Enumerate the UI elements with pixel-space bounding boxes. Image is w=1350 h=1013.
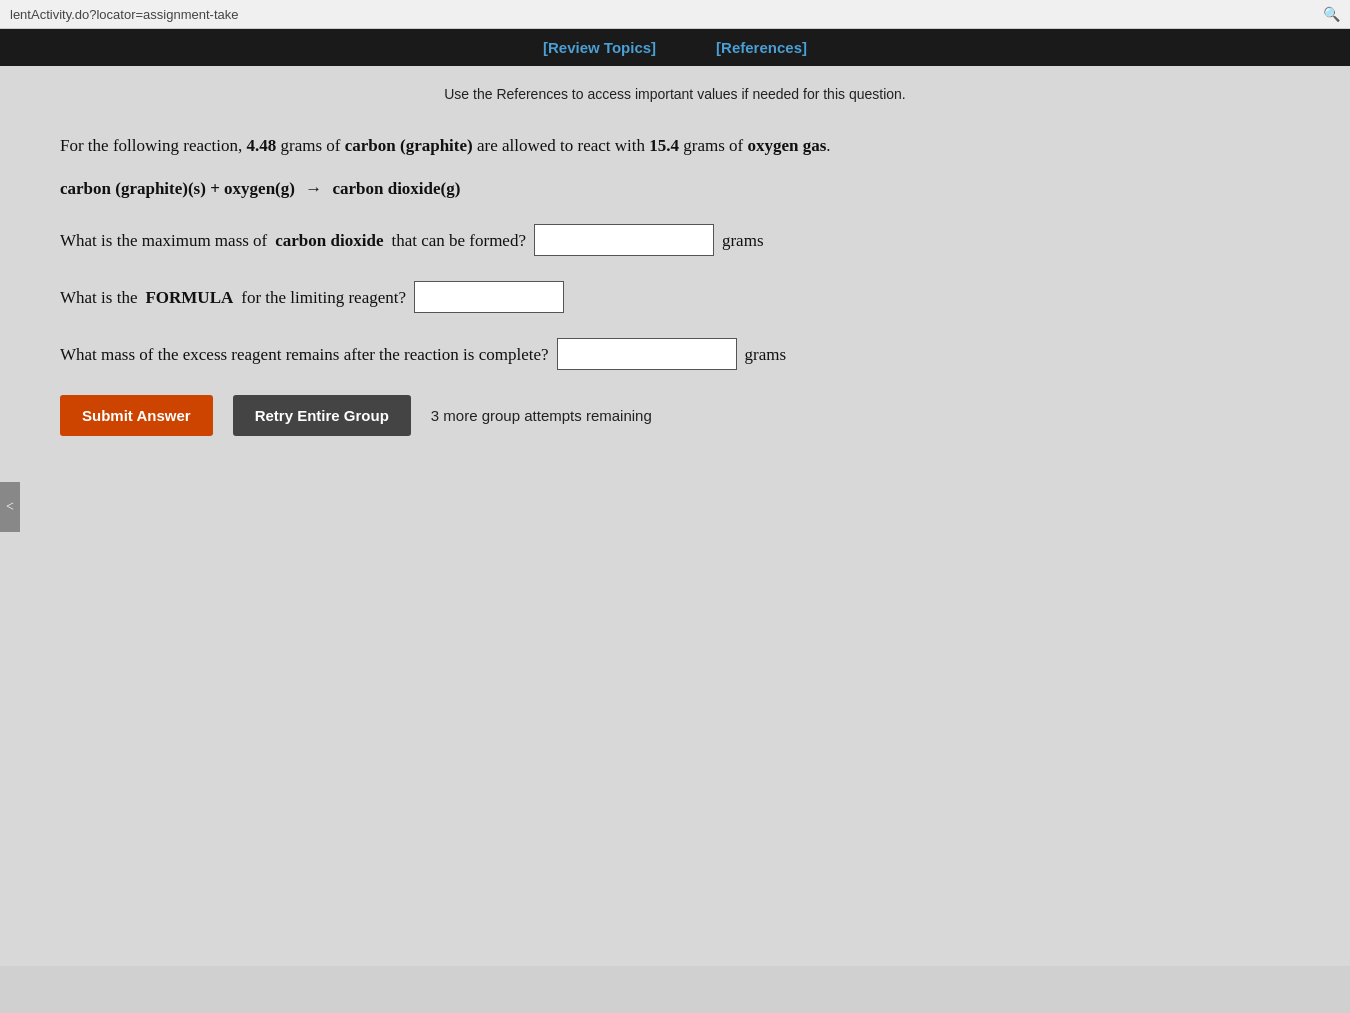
references-note: Use the References to access important v… <box>60 86 1290 102</box>
q3-text: What mass of the excess reagent remains … <box>60 341 549 368</box>
submit-answer-button[interactable]: Submit Answer <box>60 395 213 436</box>
q1-unit: grams <box>722 227 764 254</box>
intro-middle: are allowed to react with <box>477 136 645 155</box>
question-2-row: What is the FORMULA for the limiting rea… <box>60 281 1290 313</box>
question-intro: For the following reaction, 4.48 grams o… <box>60 132 1290 159</box>
intro-prefix: For the following reaction, <box>60 136 247 155</box>
main-content: Use the References to access important v… <box>0 66 1350 966</box>
reactant2: oxygen(g) <box>224 179 295 198</box>
oxygen-mass: 15.4 <box>649 136 679 155</box>
retry-entire-group-button[interactable]: Retry Entire Group <box>233 395 411 436</box>
plus-sign: + <box>210 179 220 198</box>
review-topics-link[interactable]: [Review Topics] <box>543 39 656 56</box>
q3-unit: grams <box>745 341 787 368</box>
top-nav: [Review Topics] [References] <box>0 29 1350 66</box>
intro-grams-of: grams of <box>281 136 341 155</box>
q1-text-after: that can be formed? <box>391 227 526 254</box>
q1-bold-word: carbon dioxide <box>275 227 383 254</box>
intro-oxygen-unit: grams of <box>683 136 743 155</box>
q2-text-after: for the limiting reagent? <box>241 284 406 311</box>
reaction-equation: carbon (graphite)(s) + oxygen(g) → carbo… <box>60 179 1290 199</box>
url-text: lentActivity.do?locator=assignment-take <box>10 7 238 22</box>
question-3-row: What mass of the excess reagent remains … <box>60 338 1290 370</box>
sidebar-arrow[interactable]: < <box>0 482 20 532</box>
references-link[interactable]: [References] <box>716 39 807 56</box>
search-icon: 🔍 <box>1323 6 1340 22</box>
arrow-left-icon: < <box>6 499 14 515</box>
q1-answer-input[interactable] <box>534 224 714 256</box>
q2-bold-word: FORMULA <box>145 284 233 311</box>
arrow-symbol: → <box>305 179 322 199</box>
carbon-mass: 4.48 <box>247 136 277 155</box>
attempts-remaining-text: 3 more group attempts remaining <box>431 407 652 424</box>
q2-text-before: What is the <box>60 284 137 311</box>
carbon-substance: carbon (graphite) <box>345 136 473 155</box>
reactant1: carbon (graphite)(s) <box>60 179 206 198</box>
oxygen-substance: oxygen gas <box>747 136 826 155</box>
reaction-equation-block: carbon (graphite)(s) + oxygen(g) → carbo… <box>60 179 1290 199</box>
q2-answer-input[interactable] <box>414 281 564 313</box>
buttons-row: Submit Answer Retry Entire Group 3 more … <box>60 395 1290 436</box>
question-intro-block: For the following reaction, 4.48 grams o… <box>60 132 1290 159</box>
q1-text-before: What is the maximum mass of <box>60 227 267 254</box>
q3-answer-input[interactable] <box>557 338 737 370</box>
product: carbon dioxide(g) <box>332 179 460 198</box>
address-bar: lentActivity.do?locator=assignment-take … <box>0 0 1350 29</box>
question-1-row: What is the maximum mass of carbon dioxi… <box>60 224 1290 256</box>
